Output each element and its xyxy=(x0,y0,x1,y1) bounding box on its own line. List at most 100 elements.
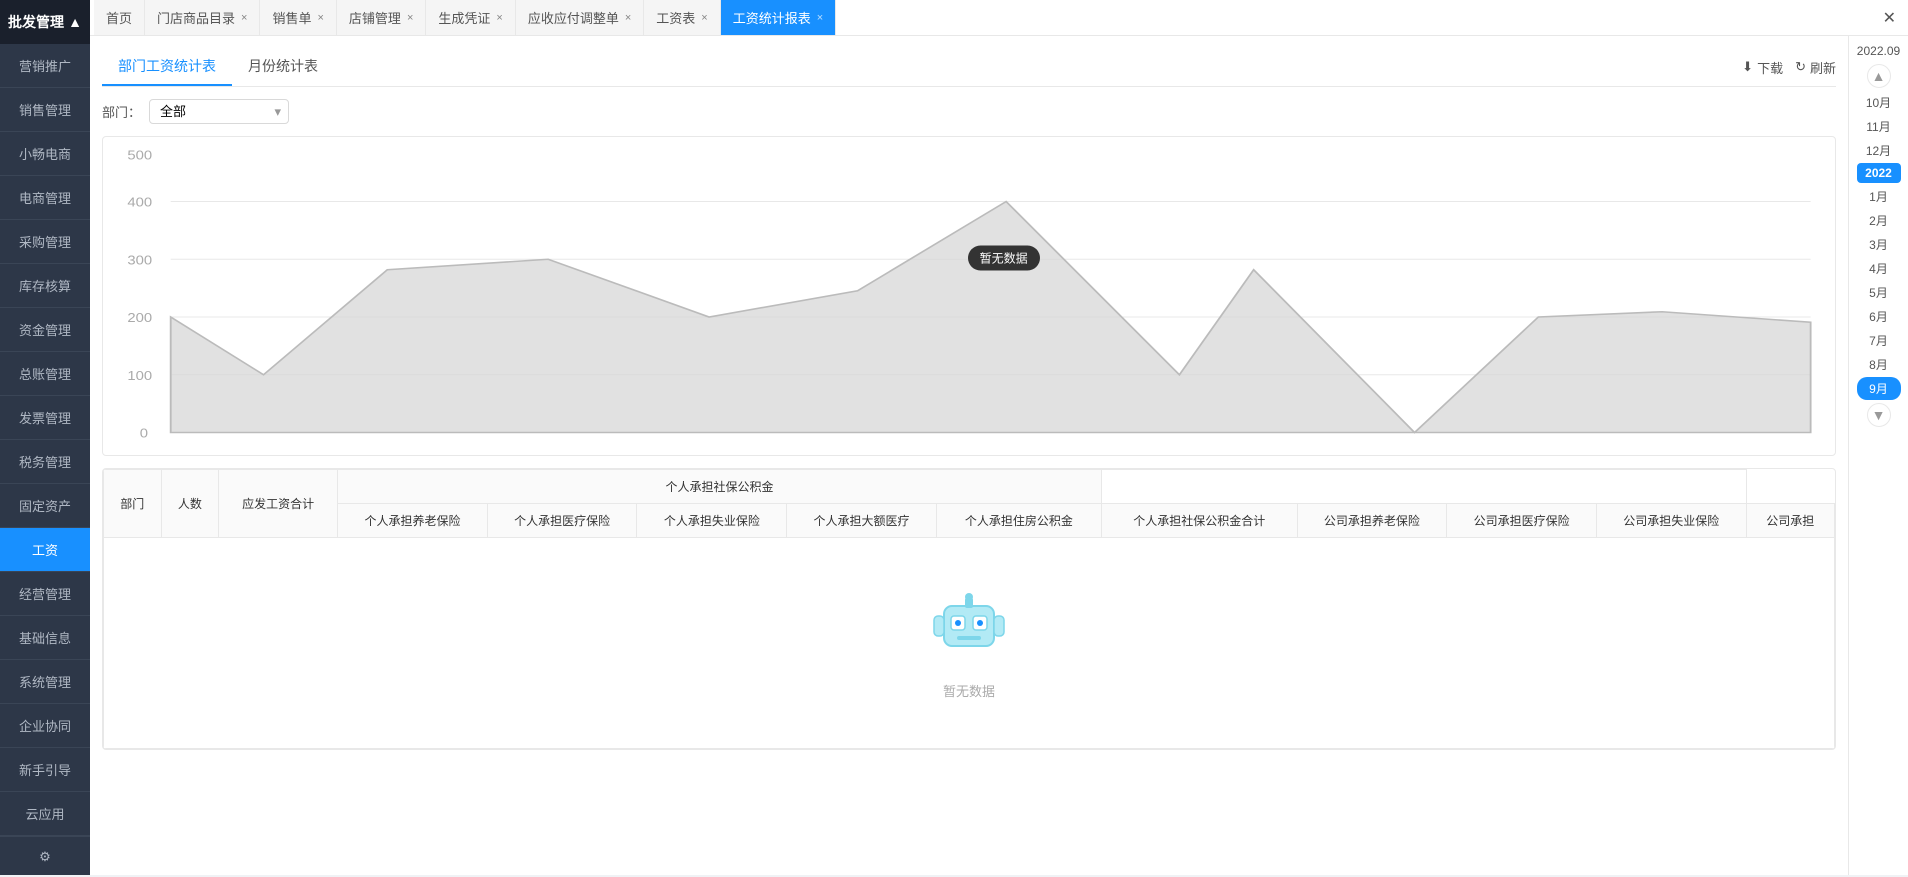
empty-text: 暂无数据 xyxy=(134,681,1804,700)
empty-icon xyxy=(929,586,1009,666)
tab-mcspl[interactable]: 门店商品目录× xyxy=(145,0,260,36)
dept-select[interactable]: 全部 xyxy=(149,99,289,124)
toolbar-left: 部门： 全部 ▾ xyxy=(102,99,289,124)
tab-gzb[interactable]: 工资表× xyxy=(644,0,720,36)
timeline-month-2月[interactable]: 2月 xyxy=(1857,209,1901,232)
th-col-8: 公司承担失业保险 xyxy=(1596,504,1746,538)
tab-close-mcspl[interactable]: × xyxy=(241,12,247,24)
tab-scpz[interactable]: 生成凭证× xyxy=(426,0,515,36)
sidebar-item-xsgl[interactable]: 销售管理 xyxy=(0,88,90,132)
sidebar: 批发管理 ▲ 营销推广销售管理小畅电商电商管理采购管理库存核算资金管理总账管理发… xyxy=(0,0,90,875)
th-total-salary: 应发工资合计 xyxy=(219,470,338,538)
tab-bar: 首页门店商品目录×销售单×店铺管理×生成凭证×应收应付调整单×工资表×工资统计报… xyxy=(90,0,1908,36)
tab-xhd[interactable]: 销售单× xyxy=(260,0,336,36)
th-col-9: 公司承担 xyxy=(1746,504,1834,538)
refresh-button[interactable]: ↻ 刷新 xyxy=(1795,58,1836,77)
sidebar-item-yxtt[interactable]: 营销推广 xyxy=(0,44,90,88)
th-personal-insurance-group: 个人承担社保公积金 xyxy=(338,470,1102,504)
tab-dpgl[interactable]: 店铺管理× xyxy=(337,0,426,36)
timeline-up-button[interactable]: ▲ xyxy=(1867,64,1891,88)
th-col-6: 公司承担养老保险 xyxy=(1297,504,1447,538)
chart-container: 0 100 200 300 400 500 暂无数 xyxy=(102,136,1836,456)
sidebar-item-zzgl[interactable]: 总账管理 xyxy=(0,352,90,396)
timeline-month-3月[interactable]: 3月 xyxy=(1857,233,1901,256)
tab-close-xhd[interactable]: × xyxy=(317,12,323,24)
sidebar-item-jcxx[interactable]: 基础信息 xyxy=(0,616,90,660)
svg-text:200: 200 xyxy=(127,311,152,325)
tab-close-scpz[interactable]: × xyxy=(496,12,502,24)
sidebar-item-kchs[interactable]: 库存核算 xyxy=(0,264,90,308)
tab-close-gztjb[interactable]: × xyxy=(817,12,823,24)
sidebar-item-xsyD[interactable]: 新手引导 xyxy=(0,748,90,792)
th-col-7: 公司承担医疗保险 xyxy=(1447,504,1597,538)
sidebar-item-fpgl[interactable]: 发票管理 xyxy=(0,396,90,440)
timeline-year: 2022.09 xyxy=(1857,44,1900,58)
svg-text:500: 500 xyxy=(127,149,152,162)
sidebar-item-gdze[interactable]: 固定资产 xyxy=(0,484,90,528)
tab-close-yssdd[interactable]: × xyxy=(625,12,631,24)
timeline-month-7月[interactable]: 7月 xyxy=(1857,329,1901,352)
svg-text:100: 100 xyxy=(127,369,152,383)
toolbar-right: ⬇ 下载 ↻ 刷新 xyxy=(1742,58,1836,77)
page-inner: 部门工资统计表月份统计表 ⬇ 下载 ↻ 刷新 部门： xyxy=(90,36,1908,875)
content-area: 部门工资统计表月份统计表 ⬇ 下载 ↻ 刷新 部门： xyxy=(90,36,1848,875)
data-table: 部门 人数 应发工资合计 个人承担社保公积金 个人承担养老保险个人承担医疗保险个… xyxy=(103,469,1835,749)
sidebar-item-cggl[interactable]: 采购管理 xyxy=(0,220,90,264)
toolbar: 部门： 全部 ▾ xyxy=(102,99,1836,124)
timeline-month-10月[interactable]: 10月 xyxy=(1857,91,1901,114)
th-dept: 部门 xyxy=(104,470,162,538)
sidebar-item-zjgl[interactable]: 资金管理 xyxy=(0,308,90,352)
download-button[interactable]: ⬇ 下载 xyxy=(1742,58,1783,77)
th-col-5: 个人承担社保公积金合计 xyxy=(1101,504,1297,538)
sidebar-item-jygl[interactable]: 经营管理 xyxy=(0,572,90,616)
timeline-month-12月[interactable]: 12月 xyxy=(1857,139,1901,162)
sidebar-title: 批发管理 xyxy=(8,12,64,32)
dept-select-wrap: 全部 ▾ xyxy=(149,99,289,124)
timeline-month-5月[interactable]: 5月 xyxy=(1857,281,1901,304)
th-headcount: 人数 xyxy=(161,470,219,538)
sidebar-item-xcdс[interactable]: 小畅电商 xyxy=(0,132,90,176)
table-empty-cell: 暂无数据 xyxy=(104,538,1835,749)
timeline-month-6月[interactable]: 6月 xyxy=(1857,305,1901,328)
svg-text:300: 300 xyxy=(127,254,152,268)
sidebar-header[interactable]: 批发管理 ▲ xyxy=(0,0,90,44)
settings-button[interactable]: ⚙ xyxy=(0,836,90,877)
tab-bar-close-button[interactable]: ✕ xyxy=(1875,8,1904,28)
timeline-down-button[interactable]: ▼ xyxy=(1867,403,1891,427)
th-col-4: 个人承担住房公积金 xyxy=(936,504,1101,538)
timeline-month-8月[interactable]: 8月 xyxy=(1857,353,1901,376)
sub-tab-yftj[interactable]: 月份统计表 xyxy=(232,48,334,86)
th-col-3: 个人承担大额医疗 xyxy=(787,504,937,538)
th-col-1: 个人承担医疗保险 xyxy=(487,504,637,538)
tab-close-gzb[interactable]: × xyxy=(701,12,707,24)
sub-tabs: 部门工资统计表月份统计表 ⬇ 下载 ↻ 刷新 xyxy=(102,48,1836,87)
sidebar-item-swgl[interactable]: 税务管理 xyxy=(0,440,90,484)
timeline-month-1月[interactable]: 1月 xyxy=(1857,185,1901,208)
timeline-panel: 2022.09 ▲ 10月11月12月20221月2月3月4月5月6月7月8月9… xyxy=(1848,36,1908,875)
svg-text:400: 400 xyxy=(127,196,152,210)
sidebar-item-yyyD[interactable]: 云应用 xyxy=(0,792,90,836)
sidebar-item-qyxt[interactable]: 企业协同 xyxy=(0,704,90,748)
timeline-month-11月[interactable]: 11月 xyxy=(1857,115,1901,138)
timeline-month-4月[interactable]: 4月 xyxy=(1857,257,1901,280)
tab-gztjb[interactable]: 工资统计报表× xyxy=(721,0,836,36)
svg-text:0: 0 xyxy=(140,427,149,441)
th-col-0: 个人承担养老保险 xyxy=(338,504,488,538)
tab-sy[interactable]: 首页 xyxy=(94,0,145,36)
th-col-2: 个人承担失业保险 xyxy=(637,504,787,538)
sidebar-item-gz[interactable]: 工资 xyxy=(0,528,90,572)
chart-svg: 0 100 200 300 400 500 xyxy=(115,149,1823,443)
sub-tab-bmgztj[interactable]: 部门工资统计表 xyxy=(102,48,232,86)
tab-close-dpgl[interactable]: × xyxy=(407,12,413,24)
tab-yssdd[interactable]: 应收应付调整单× xyxy=(516,0,644,36)
download-icon: ⬇ xyxy=(1742,59,1753,75)
sidebar-item-xtgl[interactable]: 系统管理 xyxy=(0,660,90,704)
timeline-month-9月[interactable]: 9月 xyxy=(1857,377,1901,400)
sidebar-collapse-icon: ▲ xyxy=(68,14,82,30)
refresh-icon: ↻ xyxy=(1795,59,1806,75)
timeline-year-marker[interactable]: 2022 xyxy=(1857,163,1901,183)
sidebar-item-dsgl[interactable]: 电商管理 xyxy=(0,176,90,220)
main-content: 首页门店商品目录×销售单×店铺管理×生成凭证×应收应付调整单×工资表×工资统计报… xyxy=(90,0,1908,875)
no-data-tooltip: 暂无数据 xyxy=(968,245,1040,270)
gear-icon: ⚙ xyxy=(39,849,51,864)
